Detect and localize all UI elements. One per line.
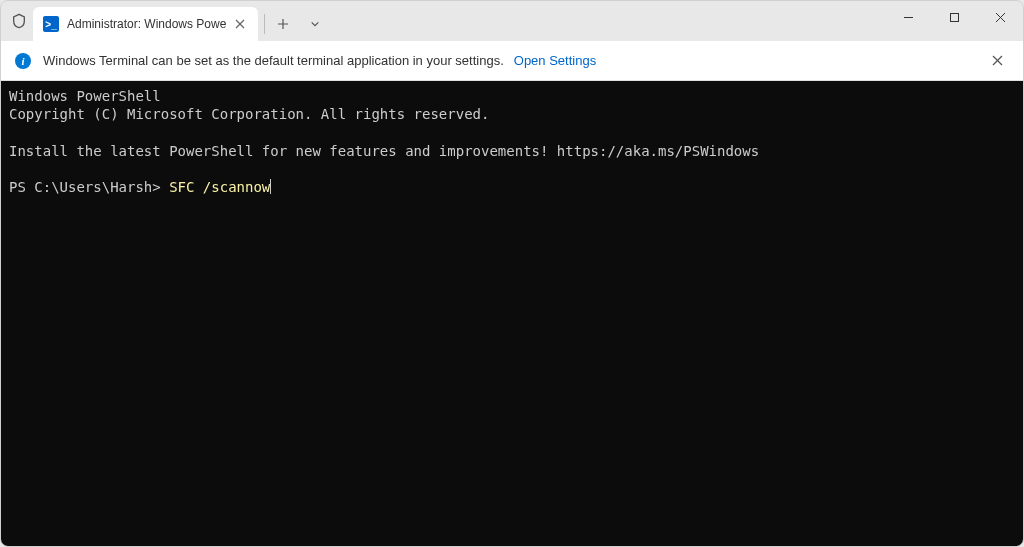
titlebar: >_ Administrator: Windows Powe bbox=[1, 1, 1023, 41]
tab-title: Administrator: Windows Powe bbox=[67, 17, 226, 31]
tab-divider bbox=[264, 14, 265, 34]
terminal-output[interactable]: Windows PowerShell Copyright (C) Microso… bbox=[1, 81, 1023, 547]
terminal-cursor bbox=[270, 179, 271, 194]
tab-controls bbox=[262, 7, 331, 41]
maximize-button[interactable] bbox=[931, 1, 977, 33]
powershell-icon-glyph: >_ bbox=[45, 19, 56, 30]
terminal-header-line2: Copyright (C) Microsoft Corporation. All… bbox=[9, 106, 489, 122]
infobar: i Windows Terminal can be set as the def… bbox=[1, 41, 1023, 81]
info-icon: i bbox=[15, 53, 31, 69]
admin-shield-icon bbox=[9, 11, 29, 31]
infobar-message: Windows Terminal can be set as the defau… bbox=[43, 53, 504, 68]
tab-close-button[interactable] bbox=[232, 16, 248, 32]
infobar-close-button[interactable] bbox=[985, 49, 1009, 73]
powershell-icon: >_ bbox=[43, 16, 59, 32]
terminal-prompt: PS C:\Users\Harsh> bbox=[9, 179, 169, 195]
info-icon-glyph: i bbox=[21, 55, 24, 67]
terminal-command: SFC /scannow bbox=[169, 179, 270, 195]
minimize-button[interactable] bbox=[885, 1, 931, 33]
tab-dropdown-button[interactable] bbox=[299, 8, 331, 40]
terminal-header-line1: Windows PowerShell bbox=[9, 88, 161, 104]
window-controls bbox=[885, 1, 1023, 41]
window-close-button[interactable] bbox=[977, 1, 1023, 33]
svg-rect-5 bbox=[950, 13, 958, 21]
terminal-install-msg: Install the latest PowerShell for new fe… bbox=[9, 143, 759, 159]
new-tab-button[interactable] bbox=[267, 8, 299, 40]
tab-powershell[interactable]: >_ Administrator: Windows Powe bbox=[33, 7, 258, 41]
open-settings-link[interactable]: Open Settings bbox=[514, 53, 596, 68]
